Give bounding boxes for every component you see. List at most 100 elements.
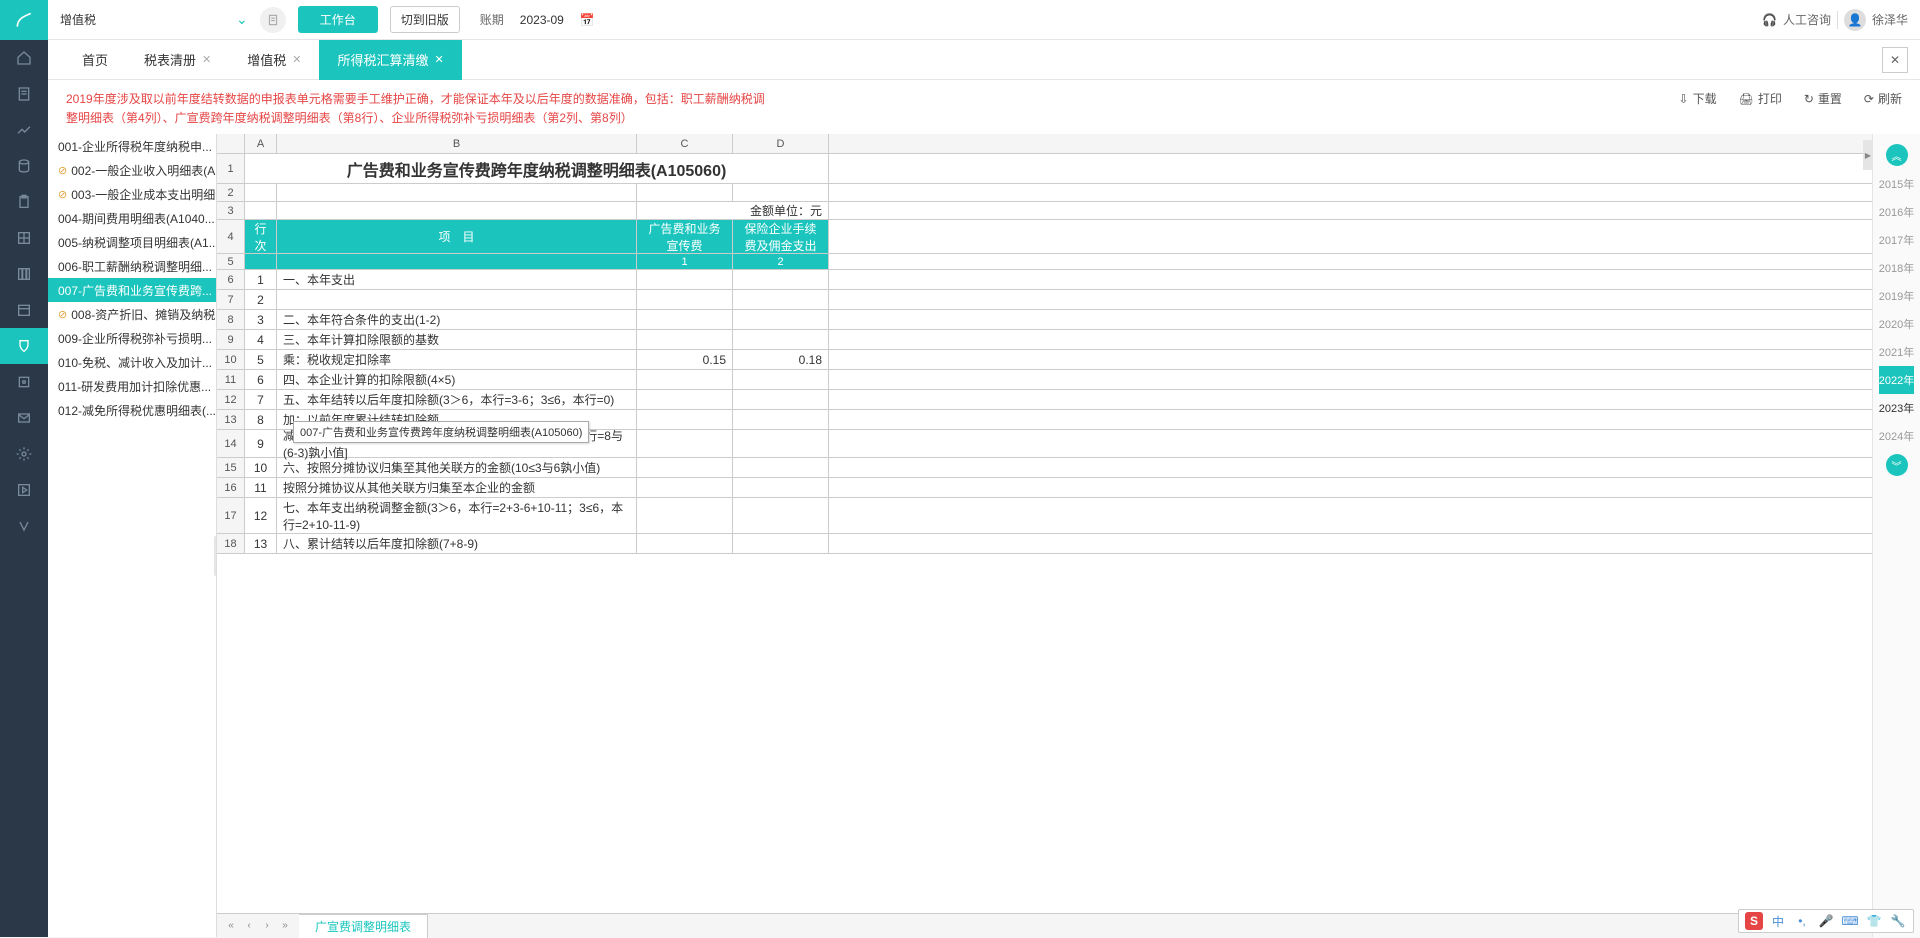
- nav-table-icon[interactable]: [0, 220, 48, 256]
- year-scroll-down[interactable]: ︾: [1886, 454, 1908, 476]
- row-header[interactable]: 3: [217, 202, 245, 219]
- nav-tax-icon[interactable]: [0, 328, 48, 364]
- switch-old-button[interactable]: 切到旧版: [390, 6, 460, 33]
- cell[interactable]: [245, 202, 277, 219]
- cell-c[interactable]: [637, 430, 733, 457]
- tab-item[interactable]: 所得税汇算清缴✕: [319, 40, 461, 80]
- year-scroll-up[interactable]: ︽: [1886, 144, 1908, 166]
- row-header[interactable]: 10: [217, 350, 245, 369]
- workbench-button[interactable]: 工作台: [298, 6, 378, 33]
- ime-tool-icon[interactable]: 🔧: [1889, 912, 1907, 930]
- ime-keyboard-icon[interactable]: ⌨: [1841, 912, 1859, 930]
- print-button[interactable]: 🖨打印: [1739, 90, 1782, 107]
- ime-lang-icon[interactable]: 中: [1769, 912, 1787, 930]
- nav-chart-icon[interactable]: [0, 112, 48, 148]
- cell-c[interactable]: [637, 390, 733, 409]
- ime-logo-icon[interactable]: S: [1745, 912, 1763, 930]
- form-list-item[interactable]: 007-广告费和业务宣传费跨...: [48, 278, 216, 302]
- row-header[interactable]: 5: [217, 254, 245, 269]
- row-header[interactable]: 13: [217, 410, 245, 429]
- sheet-next-icon[interactable]: ›: [259, 918, 275, 934]
- year-item[interactable]: 2018年: [1879, 254, 1914, 282]
- cell-c[interactable]: [637, 270, 733, 289]
- col-header-d[interactable]: D: [733, 134, 829, 153]
- close-all-tabs-button[interactable]: ✕: [1882, 47, 1908, 73]
- cell-d[interactable]: [733, 430, 829, 457]
- cell-d[interactable]: [733, 290, 829, 309]
- year-item[interactable]: 2020年: [1879, 310, 1914, 338]
- nav-column-icon[interactable]: [0, 256, 48, 292]
- cell-c[interactable]: [637, 498, 733, 533]
- nav-play-icon[interactable]: [0, 472, 48, 508]
- nav-home-icon[interactable]: [0, 40, 48, 76]
- download-button[interactable]: ⇩下载: [1679, 90, 1717, 107]
- form-list-item[interactable]: 011-研发费用加计扣除优惠...: [48, 374, 216, 398]
- cell[interactable]: [277, 202, 637, 219]
- sheet-first-icon[interactable]: «: [223, 918, 239, 934]
- year-item[interactable]: 2021年: [1879, 338, 1914, 366]
- form-list-item[interactable]: 009-企业所得税弥补亏损明...: [48, 326, 216, 350]
- col-header-a[interactable]: A: [245, 134, 277, 153]
- cell-d[interactable]: 0.18: [733, 350, 829, 369]
- row-header[interactable]: 15: [217, 458, 245, 477]
- ime-skin-icon[interactable]: 👕: [1865, 912, 1883, 930]
- refresh-button[interactable]: ⟳刷新: [1864, 90, 1902, 107]
- row-header[interactable]: 16: [217, 478, 245, 497]
- cell[interactable]: [245, 184, 277, 201]
- form-list-item[interactable]: ⊘003-一般企业成本支出明细...: [48, 182, 216, 206]
- cell-d[interactable]: [733, 390, 829, 409]
- calendar-icon[interactable]: 📅: [580, 13, 595, 27]
- year-item[interactable]: 2016年: [1879, 198, 1914, 226]
- form-list-item[interactable]: 004-期间费用明细表(A1040...: [48, 206, 216, 230]
- cell-c[interactable]: [637, 458, 733, 477]
- nav-layers-icon[interactable]: [0, 364, 48, 400]
- form-list-item[interactable]: 006-职工薪酬纳税调整明细...: [48, 254, 216, 278]
- cell[interactable]: [637, 184, 733, 201]
- cell-c[interactable]: [637, 370, 733, 389]
- close-icon[interactable]: ✕: [202, 53, 211, 66]
- form-list-item[interactable]: ⊘008-资产折旧、摊销及纳税...: [48, 302, 216, 326]
- cell[interactable]: [245, 254, 277, 269]
- expand-arrow-icon[interactable]: ▶: [1863, 140, 1873, 170]
- form-list-item[interactable]: 012-减免所得税优惠明细表(...: [48, 398, 216, 422]
- cell-d[interactable]: [733, 330, 829, 349]
- tab-item[interactable]: 首页: [64, 40, 126, 80]
- nav-doc-icon[interactable]: [0, 76, 48, 112]
- close-icon[interactable]: ✕: [435, 53, 444, 66]
- sheet-last-icon[interactable]: »: [277, 918, 293, 934]
- nav-v-icon[interactable]: [0, 508, 48, 544]
- row-header[interactable]: 17: [217, 498, 245, 533]
- row-header[interactable]: 8: [217, 310, 245, 329]
- cell-d[interactable]: [733, 534, 829, 553]
- module-dropdown[interactable]: 增值税 ⌄: [60, 11, 248, 28]
- cell-d[interactable]: [733, 410, 829, 429]
- col-header-b[interactable]: B: [277, 134, 637, 153]
- cell-d[interactable]: [733, 310, 829, 329]
- doc-circle-button[interactable]: [260, 7, 286, 33]
- cell-c[interactable]: [637, 290, 733, 309]
- row-header[interactable]: 12: [217, 390, 245, 409]
- year-item[interactable]: 2019年: [1879, 282, 1914, 310]
- year-item[interactable]: 2022年: [1879, 366, 1914, 394]
- row-header[interactable]: 11: [217, 370, 245, 389]
- row-header[interactable]: 14: [217, 430, 245, 457]
- cell-c[interactable]: [637, 534, 733, 553]
- cell-d[interactable]: [733, 458, 829, 477]
- user-name[interactable]: 徐泽华: [1872, 11, 1908, 28]
- sheet-prev-icon[interactable]: ‹: [241, 918, 257, 934]
- row-header[interactable]: 6: [217, 270, 245, 289]
- tab-item[interactable]: 增值税✕: [229, 40, 319, 80]
- row-header[interactable]: 1: [217, 154, 245, 183]
- cell[interactable]: [733, 184, 829, 201]
- row-header[interactable]: 7: [217, 290, 245, 309]
- year-item[interactable]: 2023年: [1879, 394, 1914, 422]
- sheet-tab[interactable]: 广宣费调整明细表: [299, 914, 428, 938]
- row-header[interactable]: 18: [217, 534, 245, 553]
- nav-settings-icon[interactable]: [0, 436, 48, 472]
- cell-c[interactable]: [637, 330, 733, 349]
- cell[interactable]: [277, 254, 637, 269]
- cell-d[interactable]: [733, 498, 829, 533]
- row-header[interactable]: 9: [217, 330, 245, 349]
- cell[interactable]: [277, 184, 637, 201]
- year-item[interactable]: 2015年: [1879, 170, 1914, 198]
